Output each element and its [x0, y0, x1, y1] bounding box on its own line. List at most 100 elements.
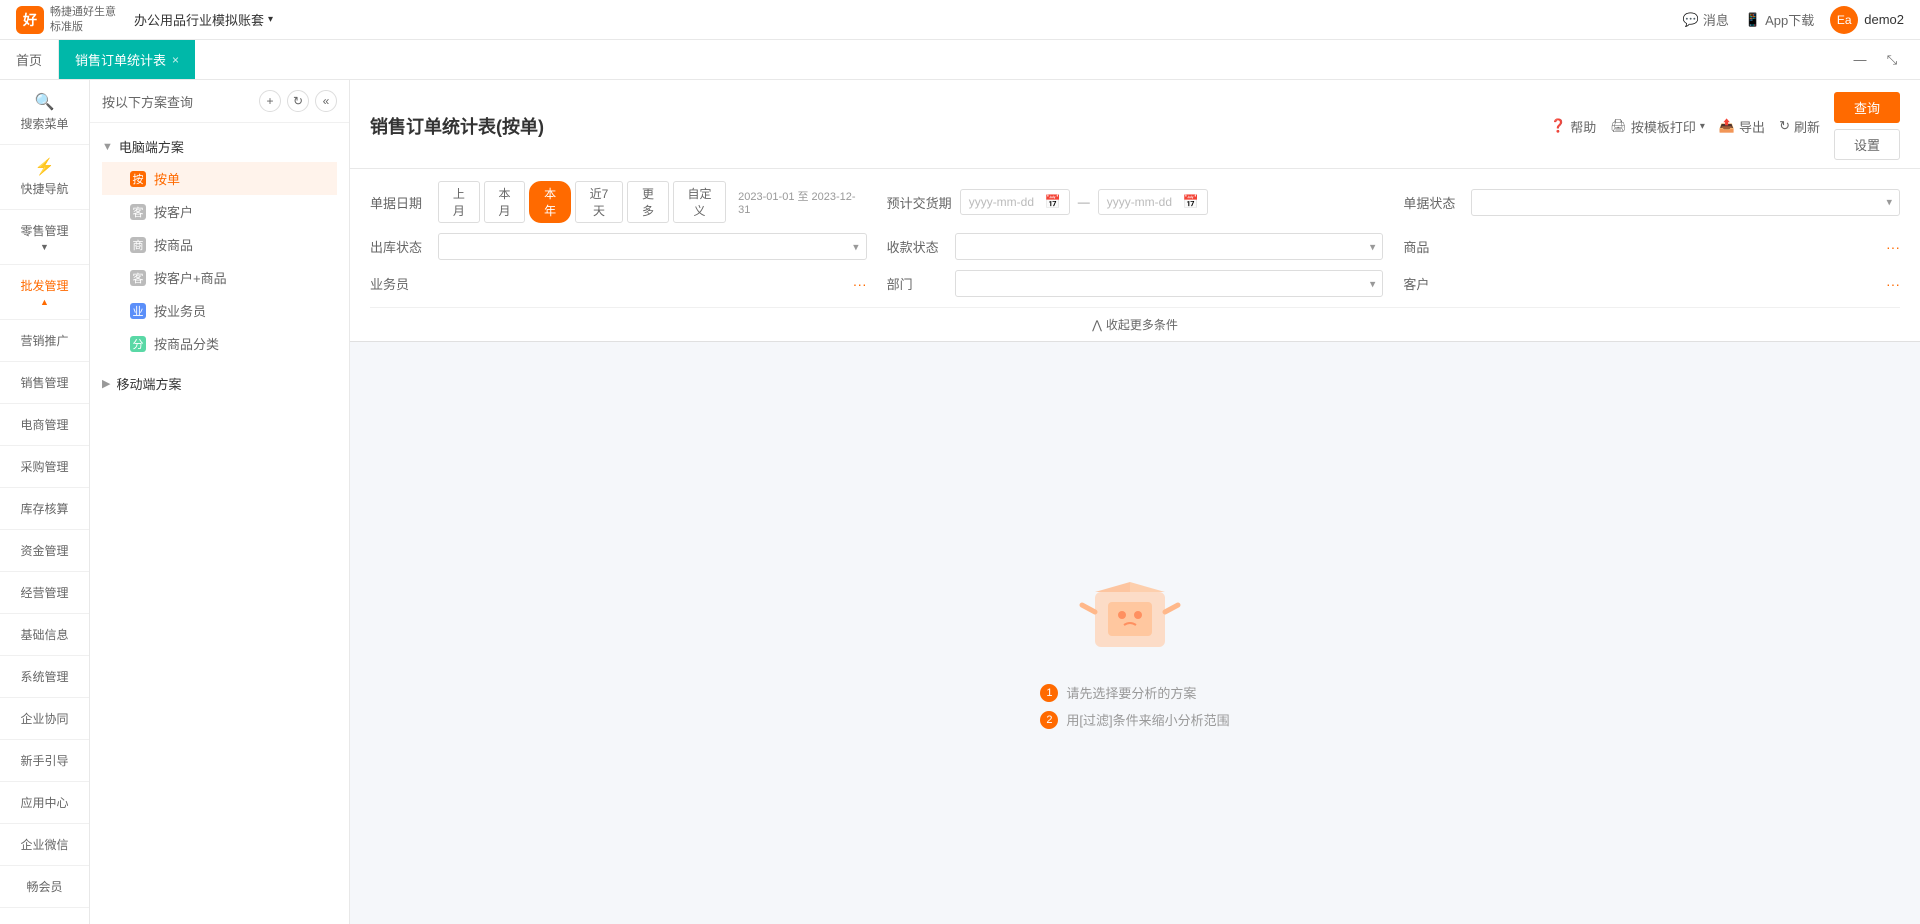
- export-button[interactable]: 📤 导出: [1719, 117, 1765, 136]
- sidebar-item-sales[interactable]: 销售管理: [0, 362, 89, 404]
- user-area[interactable]: Ea demo2: [1830, 6, 1904, 34]
- collapse-icon: ⋀: [1092, 318, 1102, 332]
- sidebar-item-operations[interactable]: 经营管理: [0, 572, 89, 614]
- customer-dots-button[interactable]: ···: [1886, 276, 1900, 292]
- chevron-icon: ▼: [40, 242, 49, 252]
- sidebar-item-quicknav[interactable]: ⚡ 快捷导航: [0, 145, 89, 210]
- main-area: 销售订单统计表(按单) ❓ 帮助 🖨 按模板打印 ▾ 📤: [350, 80, 1920, 924]
- filter-section: 单据日期 上月 本月 本年 近7天 更多 自定义 2023-01-01 至 20…: [350, 169, 1920, 342]
- tab-home[interactable]: 首页: [0, 40, 59, 79]
- scheme-section-header-mobile[interactable]: ▶ 移动端方案: [102, 368, 337, 399]
- scheme-section-mobile: ▶ 移动端方案: [90, 368, 349, 399]
- print-icon: 🖨: [1610, 118, 1627, 134]
- scheme-item-by-category[interactable]: 分 按商品分类: [102, 327, 337, 360]
- tab-sales-stat[interactable]: 销售订单统计表 ×: [59, 40, 195, 79]
- sidebar-item-member[interactable]: 畅会员: [0, 866, 89, 908]
- more-btn[interactable]: 更多: [627, 181, 669, 223]
- scheme-add-button[interactable]: +: [259, 90, 281, 112]
- sidebar-item-finance[interactable]: 资金管理: [0, 530, 89, 572]
- payment-status-wrapper: [955, 233, 1384, 260]
- salesman-group: 业务员 ···: [370, 274, 867, 293]
- sidebar-item-basics[interactable]: 基础信息: [0, 614, 89, 656]
- sidebar-item-enterprise[interactable]: 企业协同: [0, 698, 89, 740]
- scheme-icon-customer: 客: [130, 204, 146, 220]
- sidebar-item-system[interactable]: 系统管理: [0, 656, 89, 698]
- scheme-item-by-customer-goods[interactable]: 客 按客户+商品: [102, 261, 337, 294]
- customer-group: 客户 ···: [1403, 274, 1900, 293]
- expected-date-group: 预计交货期 yyyy-mm-dd 📅 — yyyy-mm-dd 📅: [887, 189, 1384, 215]
- salesman-dots-button[interactable]: ···: [853, 276, 867, 292]
- expected-date-start[interactable]: yyyy-mm-dd 📅: [960, 189, 1070, 215]
- content-body: 1 请先选择要分析的方案 2 用[过滤]条件来缩小分析范围: [350, 342, 1920, 924]
- minimize-button[interactable]: —: [1848, 48, 1872, 72]
- page-header-actions: ❓ 帮助 🖨 按模板打印 ▾ 📤 导出 ↻: [1550, 92, 1900, 160]
- maximize-button[interactable]: ⤡: [1880, 48, 1904, 72]
- page-header: 销售订单统计表(按单) ❓ 帮助 🖨 按模板打印 ▾ 📤: [350, 80, 1920, 169]
- message-icon: 💬: [1683, 12, 1699, 28]
- sidebar-item-purchase[interactable]: 采购管理: [0, 446, 89, 488]
- department-select[interactable]: [955, 270, 1384, 297]
- scheme-item-by-salesman[interactable]: 业 按业务员: [102, 294, 337, 327]
- scheme-item-by-order[interactable]: 按 按单: [102, 162, 337, 195]
- user-name: demo2: [1864, 12, 1904, 27]
- last7-btn[interactable]: 近7天: [575, 181, 623, 223]
- empty-tip-2: 2 用[过滤]条件来缩小分析范围: [1040, 710, 1229, 729]
- this-year-btn[interactable]: 本年: [529, 181, 571, 223]
- last-month-btn[interactable]: 上月: [438, 181, 480, 223]
- empty-state: 1 请先选择要分析的方案 2 用[过滤]条件来缩小分析范围: [1040, 537, 1229, 729]
- scheme-collapse-button[interactable]: «: [315, 90, 337, 112]
- sidebar-item-wechat[interactable]: 企业微信: [0, 824, 89, 866]
- scheme-item-by-goods[interactable]: 商 按商品: [102, 228, 337, 261]
- expected-date-end[interactable]: yyyy-mm-dd 📅: [1098, 189, 1208, 215]
- logo-icon: 好: [16, 6, 44, 34]
- collapse-more-button[interactable]: ⋀ 收起更多条件: [370, 307, 1900, 341]
- print-arrow-icon: ▾: [1700, 121, 1705, 132]
- sidebar-item-wholesale[interactable]: 批发管理 ▲: [0, 265, 89, 320]
- settings-button[interactable]: 设置: [1834, 129, 1900, 160]
- print-button[interactable]: 🖨 按模板打印 ▾: [1610, 117, 1705, 136]
- customer-label: 客户: [1403, 274, 1463, 293]
- sidebar-item-newguide[interactable]: 新手引导: [0, 740, 89, 782]
- delivery-status-select[interactable]: [438, 233, 867, 260]
- goods-group: 商品 ···: [1403, 237, 1900, 256]
- scheme-refresh-button[interactable]: ↻: [287, 90, 309, 112]
- goods-dots-button[interactable]: ···: [1886, 239, 1900, 255]
- date-dash: —: [1078, 195, 1090, 209]
- help-icon: ❓: [1550, 118, 1566, 134]
- department-group: 部门: [887, 270, 1384, 297]
- app-download-action[interactable]: 📱 App下载: [1745, 10, 1814, 29]
- this-month-btn[interactable]: 本月: [484, 181, 526, 223]
- refresh-button[interactable]: ↻ 刷新: [1779, 117, 1820, 136]
- scheme-panel-body: ▼ 电脑端方案 按 按单 客 按客户 商: [90, 123, 349, 924]
- sidebar-item-inventory[interactable]: 库存核算: [0, 488, 89, 530]
- custom-btn[interactable]: 自定义: [673, 181, 726, 223]
- content: 按以下方案查询 + ↻ « ▼ 电脑端方案 按 按单: [90, 80, 1920, 924]
- logo-text: 畅捷通好生意 标准版: [50, 5, 116, 34]
- scheme-section-header-pc[interactable]: ▼ 电脑端方案: [102, 131, 337, 162]
- date-label: 单据日期: [370, 193, 430, 212]
- sidebar-item-search[interactable]: 🔍 搜索菜单: [0, 80, 89, 145]
- sidebar-item-appcenter[interactable]: 应用中心: [0, 782, 89, 824]
- sidebar-item-marketing[interactable]: 营销推广: [0, 320, 89, 362]
- tip-num-2: 2: [1040, 711, 1058, 729]
- query-button[interactable]: 查询: [1834, 92, 1900, 123]
- scheme-icon-cust-goods: 客: [130, 270, 146, 286]
- app-selector[interactable]: 办公用品行业模拟账套 ▾: [126, 6, 281, 33]
- scheme-icon-goods: 商: [130, 237, 146, 253]
- delivery-status-label: 出库状态: [370, 237, 430, 256]
- order-status-select[interactable]: [1471, 189, 1900, 216]
- scheme-icon-category: 分: [130, 336, 146, 352]
- minus-icon: —: [1854, 52, 1867, 67]
- help-button[interactable]: ❓ 帮助: [1550, 117, 1596, 136]
- mobile-section-arrow-icon: ▶: [102, 377, 110, 390]
- message-action[interactable]: 💬 消息: [1683, 10, 1729, 29]
- refresh-icon: ↻: [1779, 118, 1790, 134]
- expand-icon: ⤡: [1887, 52, 1897, 68]
- department-label: 部门: [887, 274, 947, 293]
- scheme-item-by-customer[interactable]: 客 按客户: [102, 195, 337, 228]
- tab-close-icon[interactable]: ×: [172, 53, 179, 67]
- filter-row-3: 业务员 ··· 部门: [370, 270, 1900, 297]
- sidebar-item-ecommerce[interactable]: 电商管理: [0, 404, 89, 446]
- sidebar-item-retail[interactable]: 零售管理 ▼: [0, 210, 89, 265]
- payment-status-select[interactable]: [955, 233, 1384, 260]
